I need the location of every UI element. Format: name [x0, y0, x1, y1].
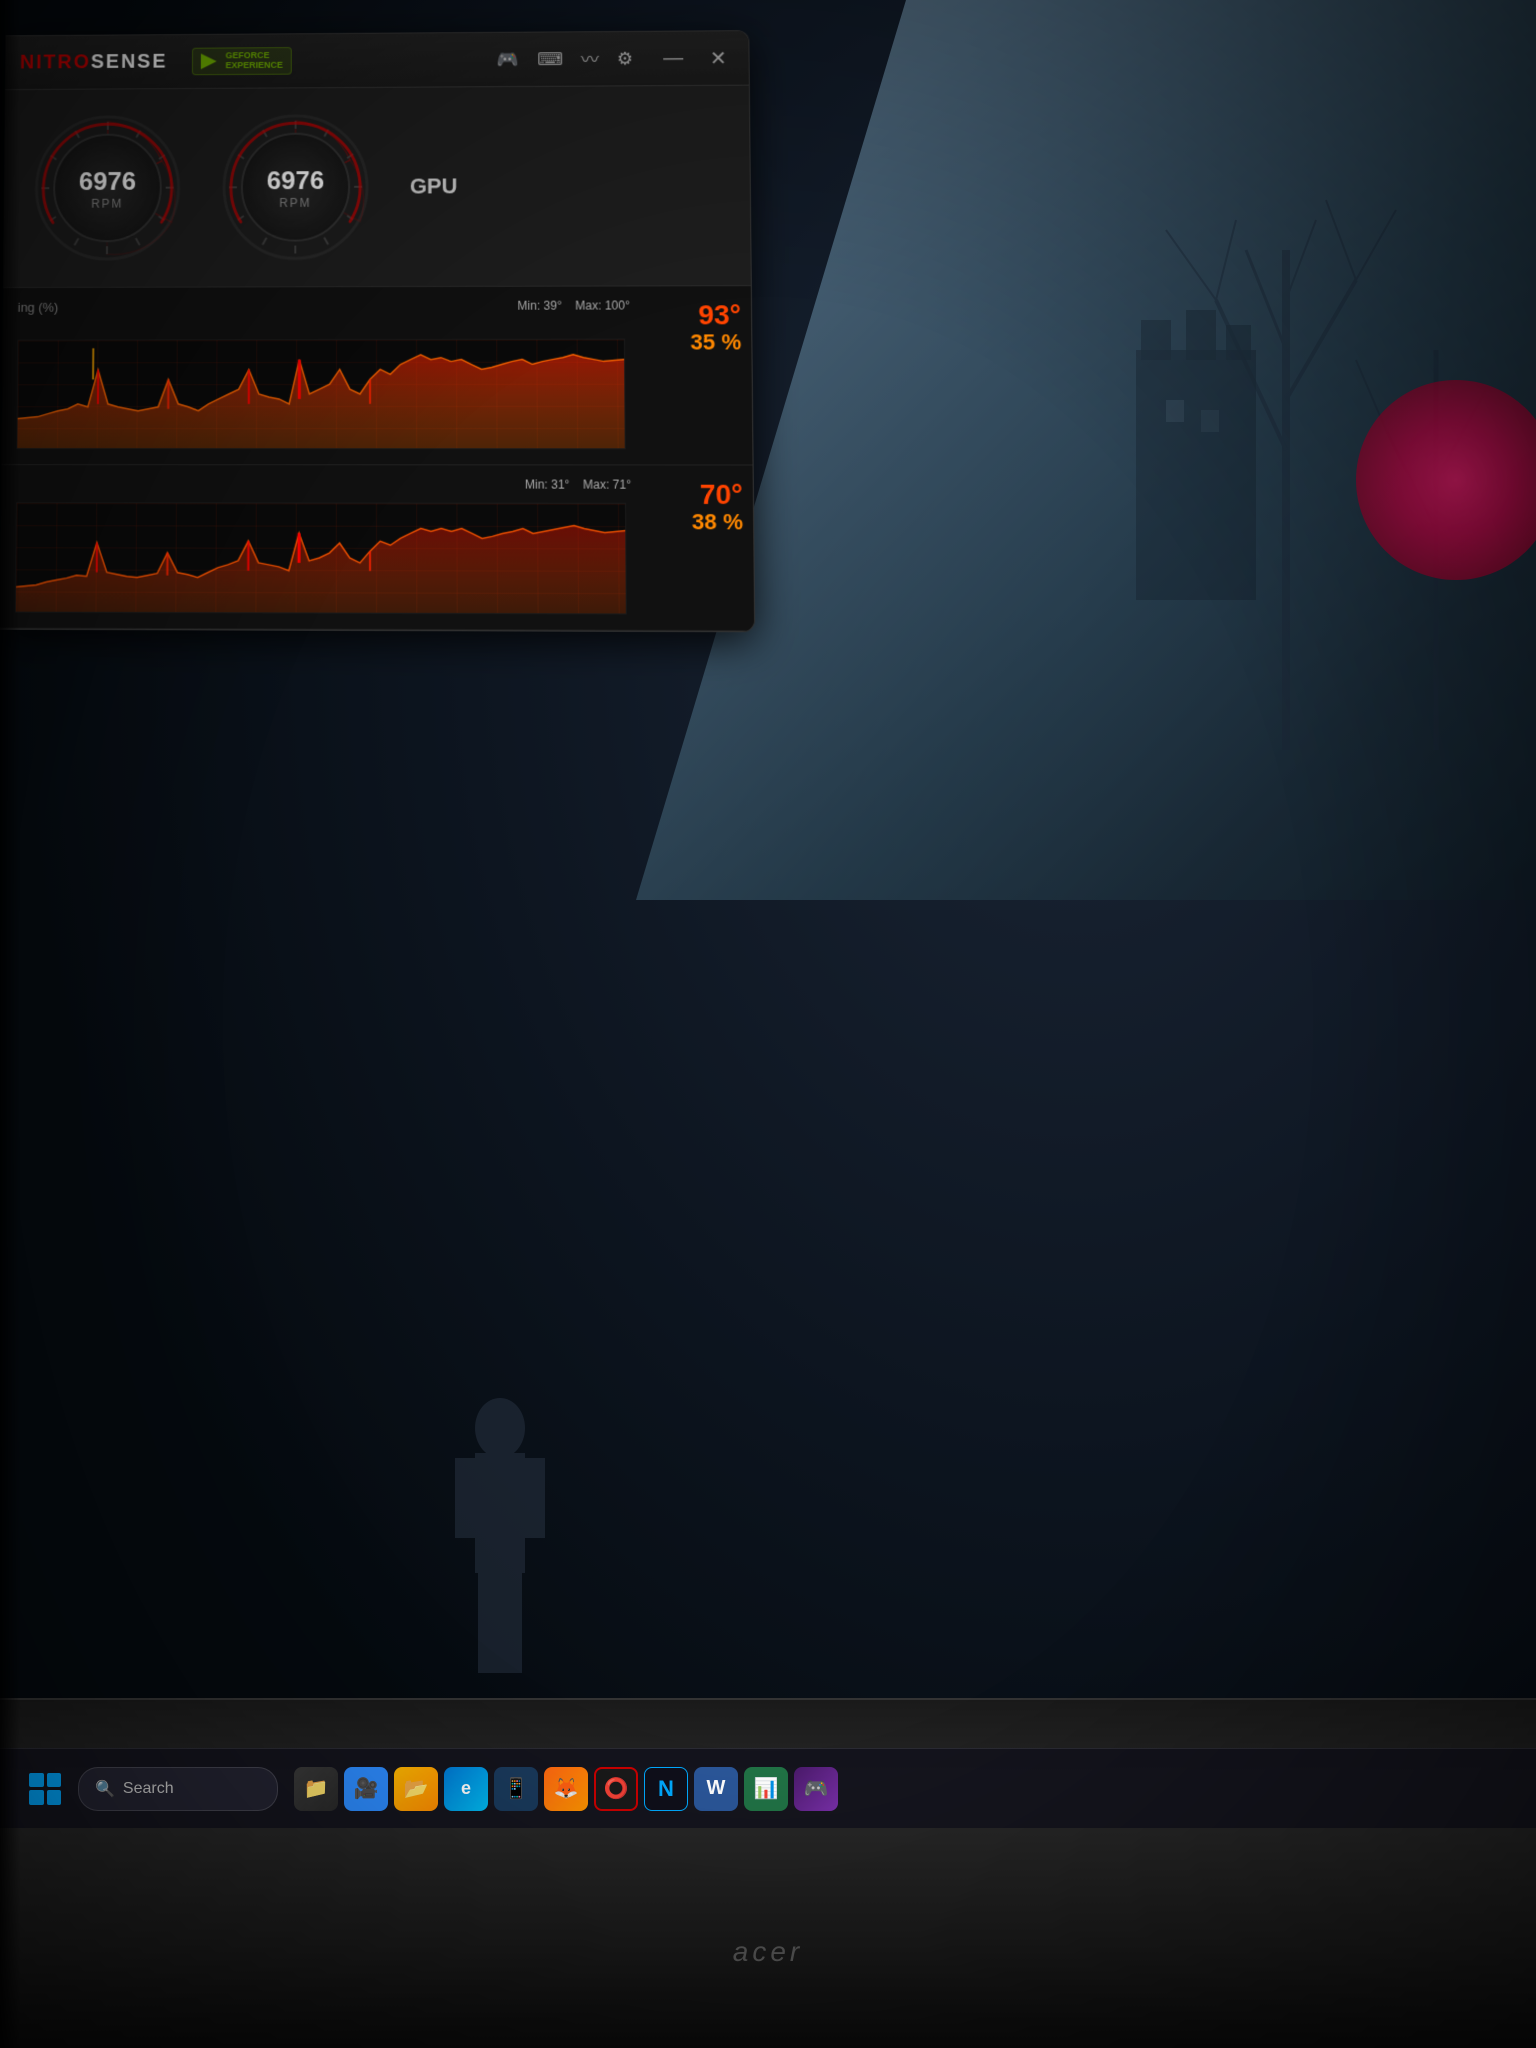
chart-temp-2: 70°: [692, 481, 743, 509]
app-logo: NITROSENSE: [20, 50, 168, 73]
geforce-icon: [201, 53, 221, 69]
chart-area-1: [16, 339, 625, 450]
taskbar-app1[interactable]: 📱: [494, 1767, 538, 1811]
window-controls: — ✕: [658, 43, 734, 73]
chart-container-2: Min: 31° Max: 71° 70° 38 %: [0, 465, 754, 631]
taskbar-icons: 📁 🎥 📂 e 📱 🦊 ⭕ N W 📊 🎮: [294, 1767, 838, 1811]
fan-section: 6976 RPM: [3, 86, 751, 288]
nitrosense-window: NITROSENSE GEFORCE EXPERIENCE 🎮 ⌨ 〰 ⚙ — …: [0, 30, 755, 632]
firefox-icon: 🦊: [554, 1776, 579, 1801]
charts-section: ing (%) Min: 39° Max: 100° 93° 35 %: [0, 286, 754, 631]
excel-icon: 📊: [754, 1776, 779, 1801]
fan-label-2: RPM: [279, 195, 311, 209]
edge-icon: e: [461, 1778, 471, 1799]
fan-gauge-1: 6976 RPM: [33, 114, 182, 263]
windows-icon-tr: [47, 1773, 62, 1788]
title-icons: 🎮 ⌨ 〰 ⚙: [497, 46, 634, 73]
laptop-brand: acer: [733, 1936, 803, 1968]
taskbar-edge[interactable]: e: [444, 1767, 488, 1811]
app1-icon: 📱: [504, 1776, 529, 1801]
chart-values-1: 93° 35 %: [690, 301, 741, 355]
chart-minmax-2: Min: 31° Max: 71°: [525, 477, 631, 491]
close-button[interactable]: ✕: [703, 43, 733, 73]
fan-center-2: 6976 RPM: [241, 132, 350, 241]
settings-icon[interactable]: ⚙: [617, 48, 633, 69]
fan-center-1: 6976 RPM: [53, 133, 162, 242]
taskbar-excel[interactable]: 📊: [744, 1767, 788, 1811]
windows-icon-br: [47, 1790, 62, 1805]
windows-icon-bl: [29, 1790, 44, 1805]
search-icon: 🔍: [95, 1779, 115, 1799]
geforce-text: GEFORCE EXPERIENCE: [226, 51, 283, 71]
search-bar[interactable]: 🔍 Search: [78, 1767, 278, 1811]
title-bar: NITROSENSE GEFORCE EXPERIENCE 🎮 ⌨ 〰 ⚙ — …: [5, 31, 749, 90]
nitrosense-icon: N: [658, 1776, 674, 1802]
audio-icon[interactable]: 〰: [581, 46, 599, 72]
zoom-icon: 🎥: [354, 1776, 379, 1801]
keyboard-icon[interactable]: ⌨: [537, 49, 563, 70]
taskbar-game[interactable]: 🎮: [794, 1767, 838, 1811]
gpu-label: GPU: [410, 173, 458, 199]
search-text: Search: [123, 1780, 174, 1798]
gamepad-icon[interactable]: 🎮: [497, 49, 519, 70]
circle-app-icon: ⭕: [604, 1776, 629, 1801]
taskbar-firefox[interactable]: 🦊: [544, 1767, 588, 1811]
taskbar-file-explorer[interactable]: 📁: [294, 1767, 338, 1811]
taskbar-zoom[interactable]: 🎥: [344, 1767, 388, 1811]
taskbar-folder[interactable]: 📂: [394, 1767, 438, 1811]
taskbar-nitrosense[interactable]: N: [644, 1767, 688, 1811]
minimize-button[interactable]: —: [658, 43, 688, 73]
chart-container-1: ing (%) Min: 39° Max: 100° 93° 35 %: [1, 286, 752, 465]
nitro-label: NITROSENSE: [20, 50, 168, 73]
taskbar-circle-app[interactable]: ⭕: [594, 1767, 638, 1811]
folder-icon: 📂: [404, 1776, 429, 1801]
chart-values-2: 70° 38 %: [692, 481, 743, 536]
file-explorer-icon: 📁: [304, 1776, 329, 1801]
chart-percent-2: 38 %: [692, 509, 743, 535]
chart-minmax-1: Min: 39° Max: 100°: [517, 298, 629, 312]
chart-svg-1: [17, 340, 624, 449]
chart-area-2: [15, 502, 627, 614]
fan-rpm-1: 6976: [79, 166, 136, 197]
chart-percent-1: 35 %: [690, 329, 741, 355]
fan-rpm-2: 6976: [267, 165, 324, 196]
taskbar: 🔍 Search 📁 🎥 📂 e 📱 🦊 ⭕ N W �: [0, 1748, 1536, 1828]
game-icon: 🎮: [804, 1776, 829, 1801]
geforce-badge: GEFORCE EXPERIENCE: [192, 47, 292, 75]
word-icon: W: [707, 1777, 726, 1800]
taskbar-word[interactable]: W: [694, 1767, 738, 1811]
start-button[interactable]: [20, 1764, 70, 1814]
windows-icon-tl: [29, 1773, 44, 1788]
windows-icon: [29, 1773, 61, 1805]
chart-svg-2: [16, 503, 626, 613]
fan-label-1: RPM: [91, 196, 123, 210]
fan-gauge-2: 6976 RPM: [221, 113, 370, 262]
blur-edge-left: [0, 0, 20, 2048]
chart-temp-1: 93°: [690, 301, 741, 329]
